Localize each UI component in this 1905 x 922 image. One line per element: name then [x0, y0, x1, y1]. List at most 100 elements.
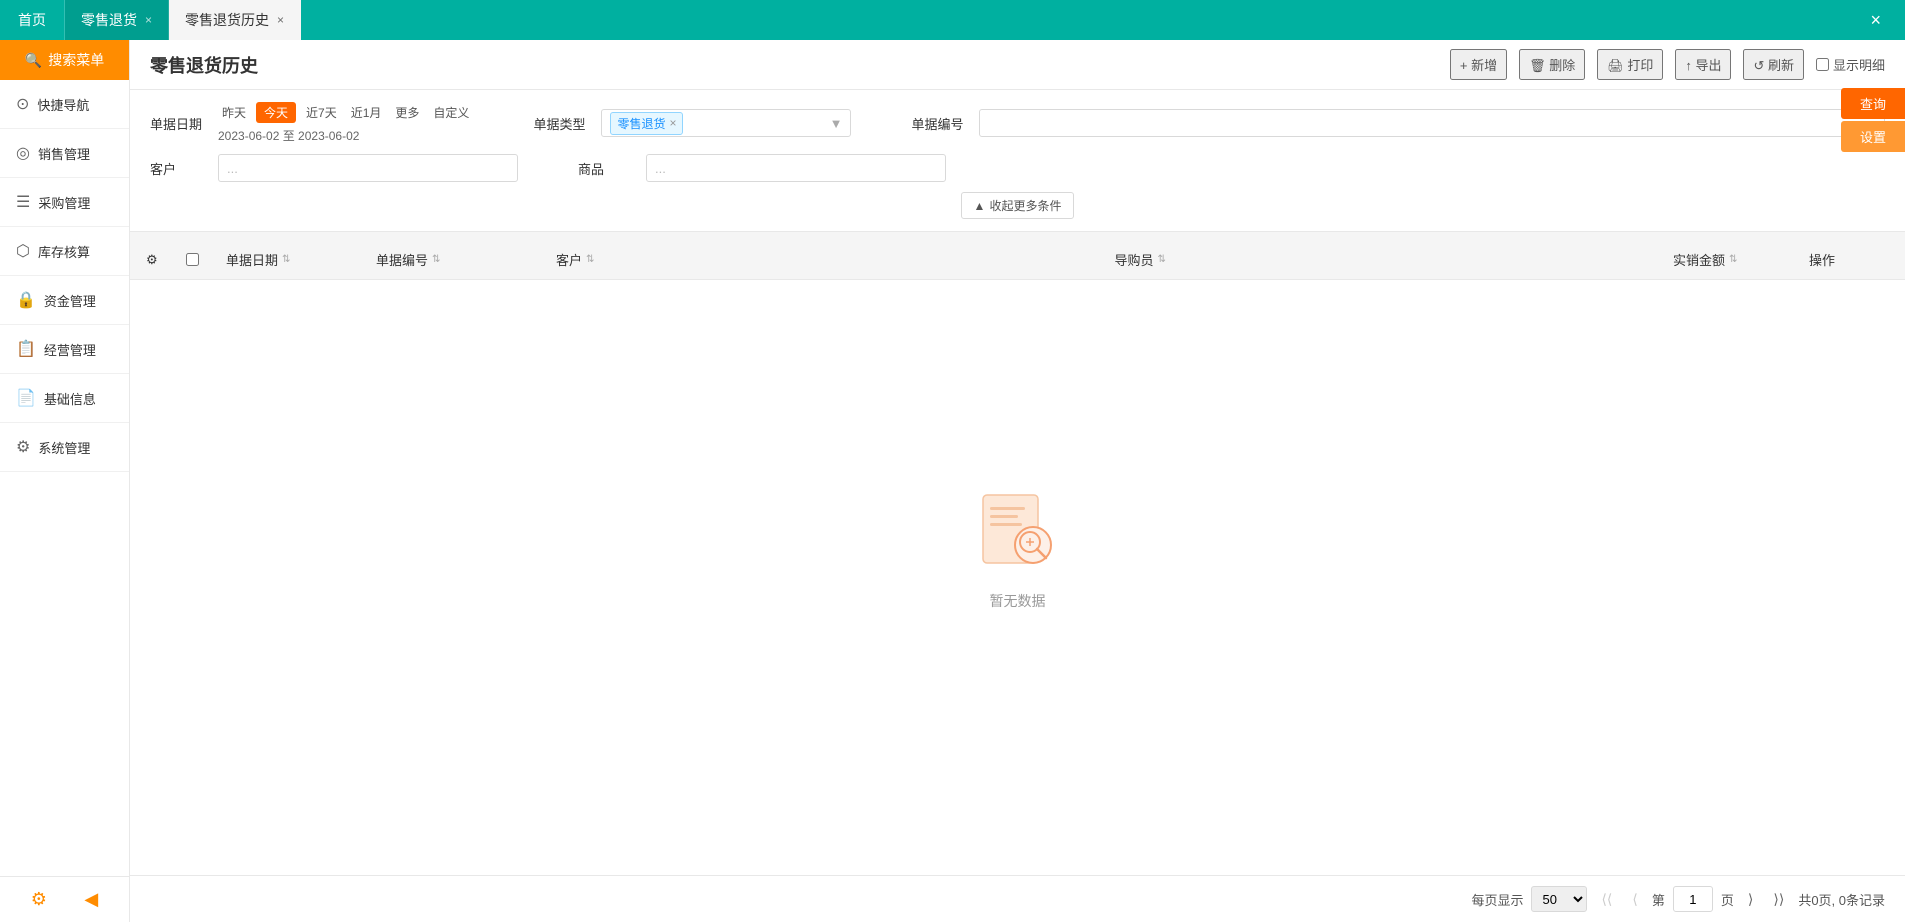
page-size-select[interactable]: 50 20 100 — [1531, 886, 1587, 912]
collapse-label: 收起更多条件 — [989, 197, 1061, 214]
export-button[interactable]: ↑ 导出 — [1675, 49, 1731, 80]
type-tag-label: 零售退货 — [617, 115, 665, 132]
goods-filter-label: 商品 — [578, 159, 638, 178]
shortcut-today[interactable]: 今天 — [256, 102, 296, 123]
th-amount[interactable]: 实销金额 ⇅ — [1673, 250, 1793, 269]
page-unit-label: 第 — [1652, 890, 1665, 909]
table-settings-icon[interactable]: ⚙ — [146, 252, 186, 268]
print-button[interactable]: 🖨 打印 — [1597, 49, 1663, 80]
sidebar-item-operation[interactable]: 📋 经营管理 — [0, 325, 129, 374]
shortcut-yesterday[interactable]: 昨天 — [218, 102, 250, 123]
collapse-sidebar-icon[interactable]: ◀ — [84, 889, 98, 910]
refresh-button[interactable]: ↺ 刷新 — [1743, 49, 1804, 80]
sidebar: 🔍 搜索菜单 ⊙ 快捷导航 ◎ 销售管理 ☰ 采购管理 ⬡ 库存核算 🔒 资金管… — [0, 40, 130, 922]
tab-retail-return-history-label: 零售退货历史 — [185, 10, 269, 30]
sidebar-item-system[interactable]: ⚙ 系统管理 — [0, 423, 129, 472]
table-checkbox-all[interactable] — [186, 253, 226, 266]
query-settings-bar: 查询 设置 — [1841, 88, 1905, 152]
tab-retail-return-close[interactable]: × — [145, 13, 152, 27]
th-date[interactable]: 单据日期 ⇅ — [226, 250, 376, 269]
number-input[interactable] — [979, 109, 1885, 137]
th-number-sort-icon[interactable]: ⇅ — [432, 254, 440, 265]
finance-icon: 🔒 — [16, 290, 36, 310]
content-area: 零售退货历史 + 新增 🗑 删除 🖨 打印 ↑ 导出 ↺ 刷新 显示明细 单据日… — [130, 40, 1905, 922]
sidebar-item-basic-label: 基础信息 — [44, 389, 96, 408]
tab-retail-return-history[interactable]: 零售退货历史 × — [169, 0, 301, 40]
page-total-label: 共0页, 0条记录 — [1798, 890, 1885, 909]
date-range-display: 2023-06-02 至 2023-06-02 — [218, 127, 473, 144]
sales-icon: ◎ — [16, 143, 30, 163]
th-guide[interactable]: 导购员 ⇅ — [1115, 250, 1674, 269]
new-button[interactable]: + 新增 — [1450, 49, 1507, 80]
goods-select[interactable]: ... — [646, 154, 946, 182]
sidebar-bottom: ⚙ ◀ — [0, 876, 129, 922]
shortcut-week[interactable]: 近7天 — [302, 102, 341, 123]
sidebar-item-operation-label: 经营管理 — [44, 340, 96, 359]
purchase-icon: ☰ — [16, 192, 30, 212]
settings-bottom-icon[interactable]: ⚙ — [31, 889, 47, 910]
page-number-input[interactable] — [1673, 886, 1713, 912]
th-action: 操作 — [1809, 250, 1889, 269]
th-date-sort-icon[interactable]: ⇅ — [282, 254, 290, 265]
type-dropdown-icon: ▼ — [830, 116, 843, 131]
page-last-button[interactable]: ⟩⟩ — [1767, 889, 1790, 910]
sidebar-search[interactable]: 🔍 搜索菜单 — [0, 40, 129, 80]
tab-retail-return-history-close[interactable]: × — [277, 13, 284, 27]
th-customer-label: 客户 — [556, 250, 582, 269]
empty-icon — [968, 485, 1068, 575]
shortcut-month[interactable]: 近1月 — [347, 102, 386, 123]
sidebar-item-inventory-label: 库存核算 — [38, 242, 90, 261]
customer-select[interactable]: ... — [218, 154, 518, 182]
quick-nav-icon: ⊙ — [16, 94, 29, 114]
sidebar-item-inventory[interactable]: ⬡ 库存核算 — [0, 227, 129, 276]
tab-retail-return-label: 零售退货 — [81, 10, 137, 30]
date-shortcuts: 昨天 今天 近7天 近1月 更多 自定义 2023-06-02 至 2023-0… — [218, 102, 473, 144]
type-tag-close[interactable]: × — [669, 116, 676, 130]
delete-button[interactable]: 🗑 删除 — [1519, 49, 1585, 80]
th-amount-sort-icon[interactable]: ⇅ — [1729, 254, 1737, 265]
sidebar-item-basic[interactable]: 📄 基础信息 — [0, 374, 129, 423]
th-customer-sort-icon[interactable]: ⇅ — [586, 254, 594, 265]
date-filter-label: 单据日期 — [150, 114, 210, 133]
th-number-label: 单据编号 — [376, 250, 428, 269]
sidebar-item-sales[interactable]: ◎ 销售管理 — [0, 129, 129, 178]
operation-icon: 📋 — [16, 339, 36, 359]
app-close-button[interactable]: × — [1862, 6, 1889, 35]
settings-button[interactable]: 设置 — [1841, 121, 1905, 152]
display-toggle[interactable]: 显示明细 — [1816, 55, 1885, 74]
sidebar-item-finance-label: 资金管理 — [44, 291, 96, 310]
goods-filter: 商品 ... — [578, 154, 946, 182]
page-first-button[interactable]: ⟨⟨ — [1595, 889, 1618, 910]
shortcut-more[interactable]: 更多 — [391, 102, 423, 123]
tab-retail-return[interactable]: 零售退货 × — [65, 0, 169, 40]
th-number[interactable]: 单据编号 ⇅ — [376, 250, 556, 269]
sidebar-item-quick-nav[interactable]: ⊙ 快捷导航 — [0, 80, 129, 129]
main-layout: 🔍 搜索菜单 ⊙ 快捷导航 ◎ 销售管理 ☰ 采购管理 ⬡ 库存核算 🔒 资金管… — [0, 40, 1905, 922]
shortcut-custom[interactable]: 自定义 — [429, 102, 473, 123]
sidebar-search-label: 搜索菜单 — [48, 50, 104, 70]
th-guide-sort-icon[interactable]: ⇅ — [1158, 254, 1166, 265]
sidebar-item-finance[interactable]: 🔒 资金管理 — [0, 276, 129, 325]
sidebar-item-purchase-label: 采购管理 — [38, 193, 90, 212]
th-customer[interactable]: 客户 ⇅ — [556, 250, 1115, 269]
customer-filter: 客户 ... — [150, 154, 518, 182]
filter-row-2: 客户 ... 商品 ... — [150, 154, 1885, 182]
display-label: 显示明细 — [1833, 55, 1885, 74]
th-action-label: 操作 — [1809, 250, 1835, 269]
type-tag: 零售退货 × — [610, 112, 683, 135]
collapse-button[interactable]: ▲ 收起更多条件 — [961, 192, 1075, 219]
sidebar-item-purchase[interactable]: ☰ 采购管理 — [0, 178, 129, 227]
basic-icon: 📄 — [16, 388, 36, 408]
number-filter: 单据编号 — [911, 109, 1885, 137]
customer-filter-label: 客户 — [150, 159, 210, 178]
page-next-button[interactable]: ⟩ — [1742, 889, 1759, 910]
type-select[interactable]: 零售退货 × ▼ — [601, 109, 851, 137]
inventory-icon: ⬡ — [16, 241, 30, 261]
display-checkbox[interactable] — [1816, 58, 1829, 71]
select-all-checkbox[interactable] — [186, 253, 199, 266]
empty-state: 暂无数据 — [130, 280, 1905, 875]
page-prev-button[interactable]: ⟨ — [1626, 889, 1643, 910]
tab-home[interactable]: 首页 — [0, 0, 65, 40]
query-button[interactable]: 查询 — [1841, 88, 1905, 119]
page-label: 页 — [1721, 890, 1734, 909]
